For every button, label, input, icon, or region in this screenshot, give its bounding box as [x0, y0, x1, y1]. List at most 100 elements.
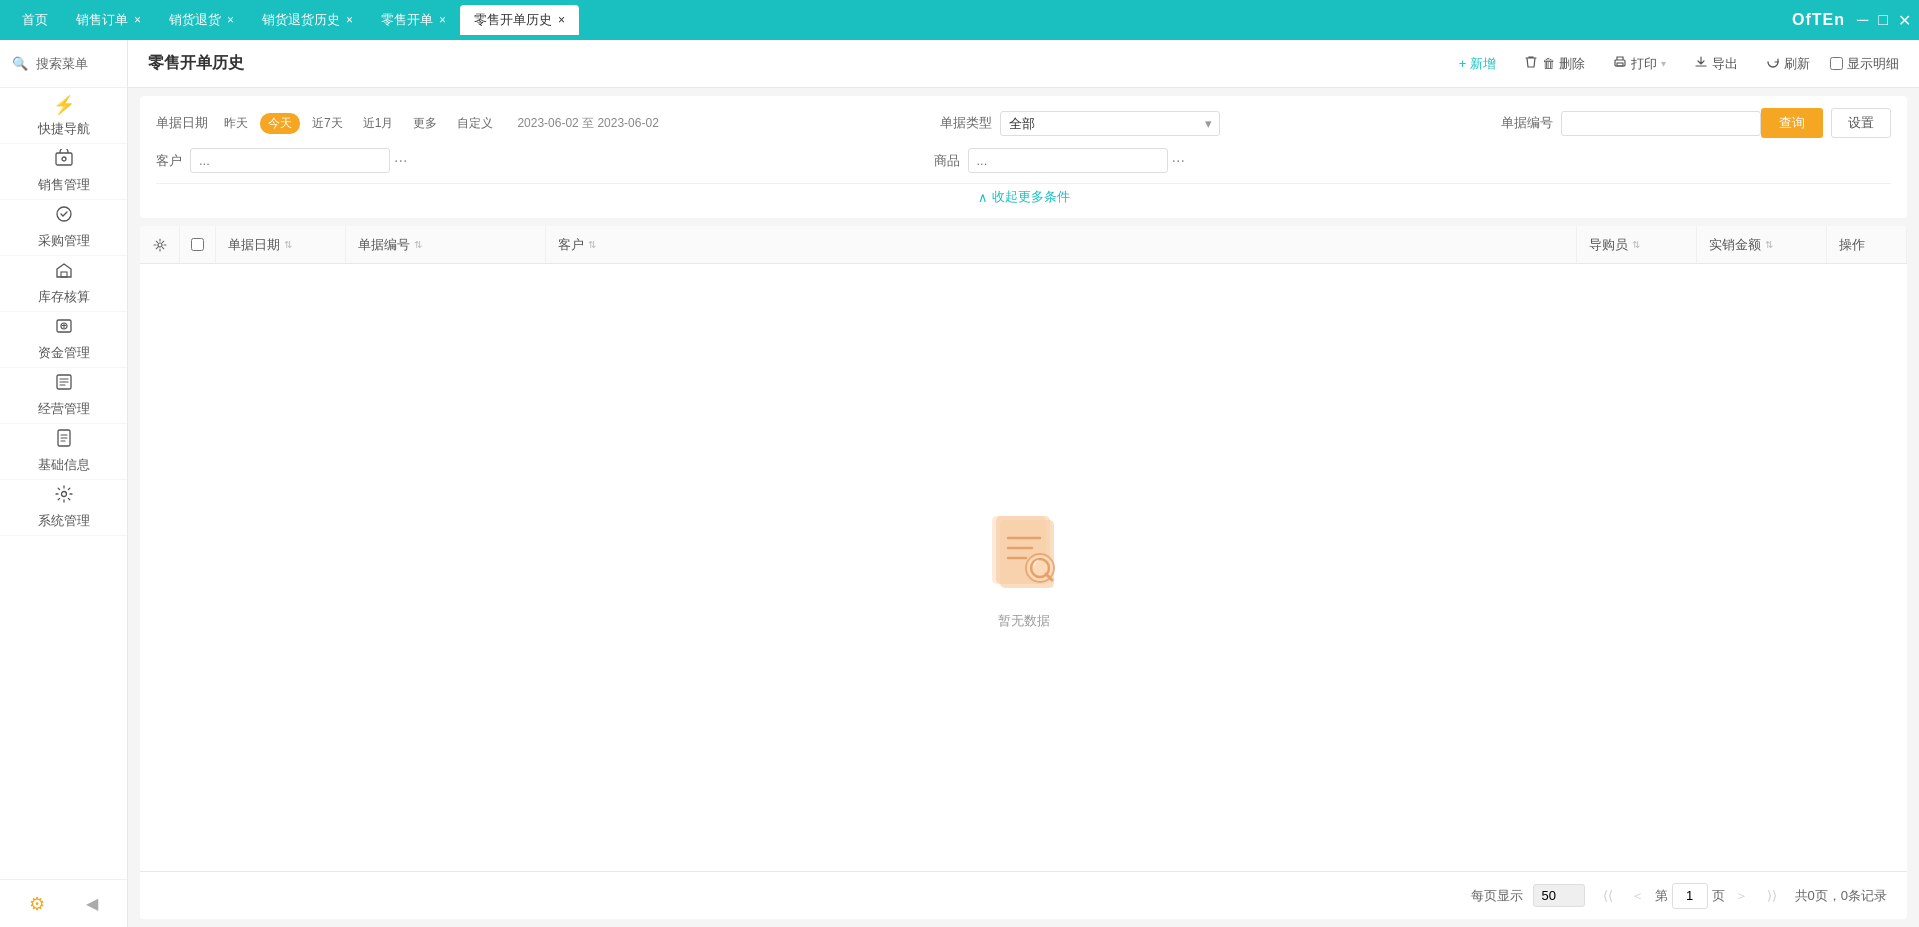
customer-more-icon[interactable]: ···: [394, 152, 407, 170]
th-guide[interactable]: 导购员 ⇅: [1577, 226, 1697, 263]
tab-sales-return[interactable]: 销货退货 ×: [155, 5, 248, 35]
th-amount[interactable]: 实销金额 ⇅: [1697, 226, 1827, 263]
refresh-button[interactable]: 刷新: [1758, 51, 1818, 77]
svg-point-1: [62, 157, 66, 161]
page-input[interactable]: [1672, 883, 1708, 909]
inventory-icon: [55, 261, 73, 284]
export-button[interactable]: 导出: [1686, 51, 1746, 77]
svg-point-8: [61, 492, 66, 497]
sidebar-item-inventory[interactable]: 库存核算: [0, 256, 127, 312]
shortcut-custom[interactable]: 自定义: [449, 113, 501, 134]
page-nav: ⟨⟨ ＜ 第 页 ＞ ⟩⟩: [1595, 883, 1785, 909]
collapse-sidebar-icon[interactable]: ◀: [86, 894, 98, 913]
print-button[interactable]: 打印 ▾: [1605, 51, 1674, 77]
per-page-select[interactable]: 20 50 100: [1533, 884, 1585, 907]
goods-more-icon[interactable]: ···: [1172, 152, 1185, 170]
sidebar-item-base-info[interactable]: 基础信息: [0, 424, 127, 480]
filter-area: 单据日期 昨天 今天 近7天 近1月 更多 自定义 2023-06-02 至 2…: [140, 96, 1907, 218]
minimize-icon[interactable]: ─: [1857, 11, 1868, 30]
date-filter-label: 单据日期: [156, 114, 208, 132]
tab-sales-order[interactable]: 销售订单 ×: [62, 5, 155, 35]
refresh-icon: [1766, 55, 1780, 72]
select-all-checkbox[interactable]: [191, 238, 204, 251]
first-page-button[interactable]: ⟨⟨: [1595, 883, 1621, 909]
th-date[interactable]: 单据日期 ⇅: [216, 226, 346, 263]
collapse-bar[interactable]: ∧ 收起更多条件: [156, 183, 1891, 210]
goods-input[interactable]: [968, 148, 1168, 173]
sidebar-item-label: 资金管理: [38, 344, 90, 362]
tab-home[interactable]: 首页: [8, 5, 62, 35]
guide-sort-icon: ⇅: [1632, 239, 1640, 250]
close-icon[interactable]: ×: [439, 13, 446, 27]
next-page-button[interactable]: ＞: [1729, 883, 1755, 909]
display-detail-checkbox[interactable]: 显示明细: [1830, 55, 1899, 73]
customer-filter-label: 客户: [156, 152, 182, 170]
svg-point-11: [158, 243, 162, 247]
th-customer[interactable]: 客户 ⇅: [546, 226, 1577, 263]
sidebar-item-finance[interactable]: 资金管理: [0, 312, 127, 368]
amount-sort-icon: ⇅: [1765, 239, 1773, 250]
close-icon[interactable]: ×: [134, 13, 141, 27]
brand-label: OfTEn: [1792, 11, 1845, 29]
tab-retail-order[interactable]: 零售开单 ×: [367, 5, 460, 35]
th-amount-label: 实销金额: [1709, 236, 1761, 254]
close-icon[interactable]: ×: [558, 13, 565, 27]
settings-icon[interactable]: ⚙: [29, 893, 45, 915]
sidebar-item-system[interactable]: 系统管理: [0, 480, 127, 536]
window-controls: ─ □ ✕: [1857, 11, 1911, 30]
close-icon[interactable]: ×: [346, 13, 353, 27]
last-page-button[interactable]: ⟩⟩: [1759, 883, 1785, 909]
setting-button[interactable]: 设置: [1831, 108, 1891, 138]
sidebar-item-operations[interactable]: 经营管理: [0, 368, 127, 424]
shortcut-7days[interactable]: 近7天: [304, 113, 351, 134]
th-check[interactable]: [180, 226, 216, 263]
add-button[interactable]: + 新增: [1451, 51, 1505, 77]
sidebar-item-quick-nav[interactable]: ⚡ 快捷导航: [0, 88, 127, 144]
delete-button[interactable]: 🗑 删除: [1516, 51, 1593, 77]
prev-page-button[interactable]: ＜: [1625, 883, 1651, 909]
customer-sort-icon: ⇅: [588, 239, 596, 250]
table-header: 单据日期 ⇅ 单据编号 ⇅ 客户 ⇅ 导购员 ⇅ 实销金额 ⇅: [140, 226, 1907, 264]
page-label: 第: [1655, 887, 1668, 905]
page-header: 零售开单历史 + 新增 🗑 删除 打印 ▾: [128, 40, 1919, 88]
sidebar: 🔍 搜索菜单 ⚡ 快捷导航 销售管理 采: [0, 40, 128, 927]
th-settings[interactable]: [140, 226, 180, 263]
query-button[interactable]: 查询: [1761, 108, 1823, 138]
sidebar-item-label: 经营管理: [38, 400, 90, 418]
filter-right-buttons: 查询 设置: [1761, 108, 1891, 138]
table-wrap: 单据日期 ⇅ 单据编号 ⇅ 客户 ⇅ 导购员 ⇅ 实销金额 ⇅: [140, 226, 1907, 919]
order-no-filter-label: 单据编号: [1501, 114, 1553, 132]
pagination-bar: 每页显示 20 50 100 ⟨⟨ ＜ 第 页 ＞ ⟩⟩: [140, 871, 1907, 919]
svg-point-2: [57, 207, 71, 221]
th-action-label: 操作: [1839, 236, 1865, 254]
quick-nav-icon: ⚡: [53, 94, 75, 116]
tab-retail-history[interactable]: 零售开单历史 ×: [460, 5, 579, 35]
tab-retail-history-label: 零售开单历史: [474, 11, 552, 29]
th-order-no[interactable]: 单据编号 ⇅: [346, 226, 546, 263]
date-range-display: 2023-06-02 至 2023-06-02: [517, 115, 658, 132]
sidebar-item-sales-mgmt[interactable]: 销售管理: [0, 144, 127, 200]
sidebar-search[interactable]: 🔍 搜索菜单: [0, 40, 127, 88]
page-suffix: 页: [1712, 887, 1725, 905]
sidebar-item-purchase-mgmt[interactable]: 采购管理: [0, 200, 127, 256]
display-detail-input[interactable]: [1830, 57, 1843, 70]
shortcut-1month[interactable]: 近1月: [355, 113, 402, 134]
th-action: 操作: [1827, 226, 1907, 263]
type-select[interactable]: 全部: [1000, 111, 1220, 136]
maximize-icon[interactable]: □: [1878, 11, 1888, 30]
svg-rect-0: [56, 153, 72, 165]
delete-label: 🗑 删除: [1542, 55, 1585, 73]
shortcut-more[interactable]: 更多: [405, 113, 445, 134]
close-window-icon[interactable]: ✕: [1898, 11, 1911, 30]
sidebar-item-label: 销售管理: [38, 176, 90, 194]
shortcut-today[interactable]: 今天: [260, 113, 300, 134]
sidebar-item-label: 基础信息: [38, 456, 90, 474]
close-icon[interactable]: ×: [227, 13, 234, 27]
search-icon: 🔍: [12, 56, 28, 71]
order-no-input[interactable]: [1561, 111, 1761, 136]
tab-sales-return-history[interactable]: 销货退货历史 ×: [248, 5, 367, 35]
tab-sales-return-history-label: 销货退货历史: [262, 11, 340, 29]
sales-mgmt-icon: [55, 149, 73, 172]
customer-input[interactable]: [190, 148, 390, 173]
shortcut-yesterday[interactable]: 昨天: [216, 113, 256, 134]
